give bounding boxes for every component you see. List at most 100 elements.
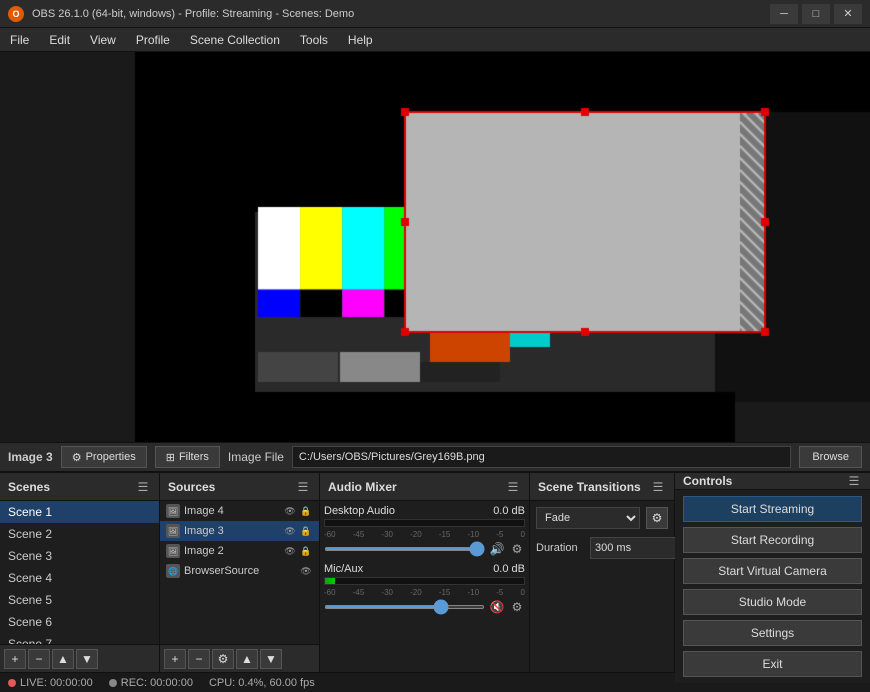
desktop-audio-settings-button[interactable]: ⚙ [509, 541, 525, 557]
rec-time: REC: 00:00:00 [121, 677, 193, 689]
duration-label: Duration [536, 542, 586, 554]
source-visibility-button[interactable]: 👁 [299, 564, 313, 578]
live-status: LIVE: 00:00:00 [8, 677, 93, 689]
menu-scene-collection[interactable]: Scene Collection [180, 28, 290, 51]
mic-aux-controls: 🔇 ⚙ [324, 599, 525, 615]
minimize-button[interactable]: ─ [770, 4, 798, 24]
desktop-audio-volume[interactable] [324, 547, 485, 551]
start-virtual-camera-button[interactable]: Start Virtual Camera [683, 558, 862, 584]
source-controls: 👁 🔒 [283, 504, 313, 518]
source-controls: 👁 🔒 [283, 544, 313, 558]
remove-scene-button[interactable]: − [28, 649, 50, 669]
source-lock-button[interactable]: 🔒 [299, 504, 313, 518]
menubar: File Edit View Profile Scene Collection … [0, 28, 870, 52]
source-visibility-button[interactable]: 👁 [283, 524, 297, 538]
source-lock-button[interactable]: 🔒 [299, 544, 313, 558]
move-source-down-button[interactable]: ▼ [260, 649, 282, 669]
audio-mixer-panel: Audio Mixer ☰ Desktop Audio 0.0 dB -60-4… [320, 473, 530, 672]
controls-panel: Controls ☰ Start Streaming Start Recordi… [675, 473, 870, 672]
remove-source-button[interactable]: − [188, 649, 210, 669]
scene-transitions-panel: Scene Transitions ☰ Fade Cut Swipe Slide… [530, 473, 675, 672]
properties-button[interactable]: ⚙ Properties [61, 446, 147, 468]
mic-aux-labels: -60-45-30-20-15-10-50 [324, 588, 525, 597]
menu-view[interactable]: View [80, 28, 126, 51]
source-item[interactable]: 🌐 BrowserSource 👁 [160, 561, 319, 581]
transitions-panel-menu[interactable]: ☰ [650, 479, 666, 495]
preview-canvas [0, 52, 870, 442]
source-label: Image 2 [184, 545, 224, 557]
source-controls: 👁 [299, 564, 313, 578]
controls-panel-menu[interactable]: ☰ [846, 473, 862, 489]
active-source-label: Image 3 [8, 450, 53, 464]
scenes-panel-header: Scenes ☰ [0, 473, 159, 501]
menu-file[interactable]: File [0, 28, 39, 51]
source-controls: 👁 🔒 [283, 524, 313, 538]
window-controls: ─ □ ✕ [770, 4, 862, 24]
filepath-input[interactable] [292, 446, 791, 468]
mic-aux-volume[interactable] [324, 605, 485, 609]
source-item[interactable]: 🖼 Image 2 👁 🔒 [160, 541, 319, 561]
mic-aux-level [325, 578, 335, 584]
filters-button[interactable]: ⊞ Filters [155, 446, 220, 468]
scenes-panel-menu[interactable]: ☰ [135, 479, 151, 495]
source-item[interactable]: 🖼 Image 3 👁 🔒 [160, 521, 319, 541]
audio-panel-header: Audio Mixer ☰ [320, 473, 529, 501]
audio-panel-menu[interactable]: ☰ [505, 479, 521, 495]
move-source-up-button[interactable]: ▲ [236, 649, 258, 669]
scene-item[interactable]: Scene 2 [0, 523, 159, 545]
scenes-list: Scene 1 Scene 2 Scene 3 Scene 4 Scene 5 … [0, 501, 159, 644]
sources-panel-footer: + − ⚙ ▲ ▼ [160, 644, 319, 672]
start-recording-button[interactable]: Start Recording [683, 527, 862, 553]
sources-list: 🖼 Image 4 👁 🔒 🖼 Image 3 👁 🔒 🖼 Image 2 [160, 501, 319, 644]
image-source-icon: 🖼 [166, 544, 180, 558]
source-settings-button[interactable]: ⚙ [212, 649, 234, 669]
mic-aux-name: Mic/Aux [324, 563, 363, 575]
scene-item[interactable]: Scene 1 [0, 501, 159, 523]
sources-panel: Sources ☰ 🖼 Image 4 👁 🔒 🖼 Image 3 👁 🔒 [160, 473, 320, 672]
image-source-icon: 🖼 [166, 504, 180, 518]
menu-profile[interactable]: Profile [126, 28, 180, 51]
source-lock-button[interactable]: 🔒 [299, 524, 313, 538]
image-file-label: Image File [228, 450, 284, 464]
transition-gear-button[interactable]: ⚙ [646, 507, 668, 529]
maximize-button[interactable]: □ [802, 4, 830, 24]
mic-aux-mute-button[interactable]: 🔇 [489, 599, 505, 615]
source-item[interactable]: 🖼 Image 4 👁 🔒 [160, 501, 319, 521]
scene-item[interactable]: Scene 7 [0, 633, 159, 644]
studio-mode-button[interactable]: Studio Mode [683, 589, 862, 615]
mic-aux-settings-button[interactable]: ⚙ [509, 599, 525, 615]
mic-aux-header: Mic/Aux 0.0 dB [324, 563, 525, 575]
scene-item[interactable]: Scene 5 [0, 589, 159, 611]
browse-button[interactable]: Browse [799, 446, 862, 468]
desktop-audio-mute-button[interactable]: 🔊 [489, 541, 505, 557]
close-button[interactable]: ✕ [834, 4, 862, 24]
add-source-button[interactable]: + [164, 649, 186, 669]
transition-select[interactable]: Fade Cut Swipe Slide Stinger Luma Wipe [536, 507, 640, 529]
menu-help[interactable]: Help [338, 28, 383, 51]
source-visibility-button[interactable]: 👁 [283, 504, 297, 518]
mic-aux-meter [324, 577, 525, 585]
move-scene-up-button[interactable]: ▲ [52, 649, 74, 669]
transition-row: Fade Cut Swipe Slide Stinger Luma Wipe ⚙ [536, 507, 668, 529]
app-icon: O [8, 6, 24, 22]
menu-edit[interactable]: Edit [39, 28, 80, 51]
desktop-audio-meter [324, 519, 525, 527]
source-info-bar: Image 3 ⚙ Properties ⊞ Filters Image Fil… [0, 442, 870, 472]
window-title: OBS 26.1.0 (64-bit, windows) - Profile: … [32, 8, 770, 20]
scene-item[interactable]: Scene 3 [0, 545, 159, 567]
scene-item[interactable]: Scene 4 [0, 567, 159, 589]
sources-panel-menu[interactable]: ☰ [295, 479, 311, 495]
scene-item[interactable]: Scene 6 [0, 611, 159, 633]
exit-button[interactable]: Exit [683, 651, 862, 677]
start-streaming-button[interactable]: Start Streaming [683, 496, 862, 522]
desktop-audio-labels: -60-45-30-20-15-10-50 [324, 530, 525, 539]
move-scene-down-button[interactable]: ▼ [76, 649, 98, 669]
source-label: Image 3 [184, 525, 224, 537]
transitions-content: Fade Cut Swipe Slide Stinger Luma Wipe ⚙… [530, 501, 674, 672]
menu-tools[interactable]: Tools [290, 28, 338, 51]
settings-button[interactable]: Settings [683, 620, 862, 646]
cpu-label: CPU: 0.4%, 60.00 fps [209, 677, 315, 689]
add-scene-button[interactable]: + [4, 649, 26, 669]
live-time: LIVE: 00:00:00 [20, 677, 93, 689]
source-visibility-button[interactable]: 👁 [283, 544, 297, 558]
